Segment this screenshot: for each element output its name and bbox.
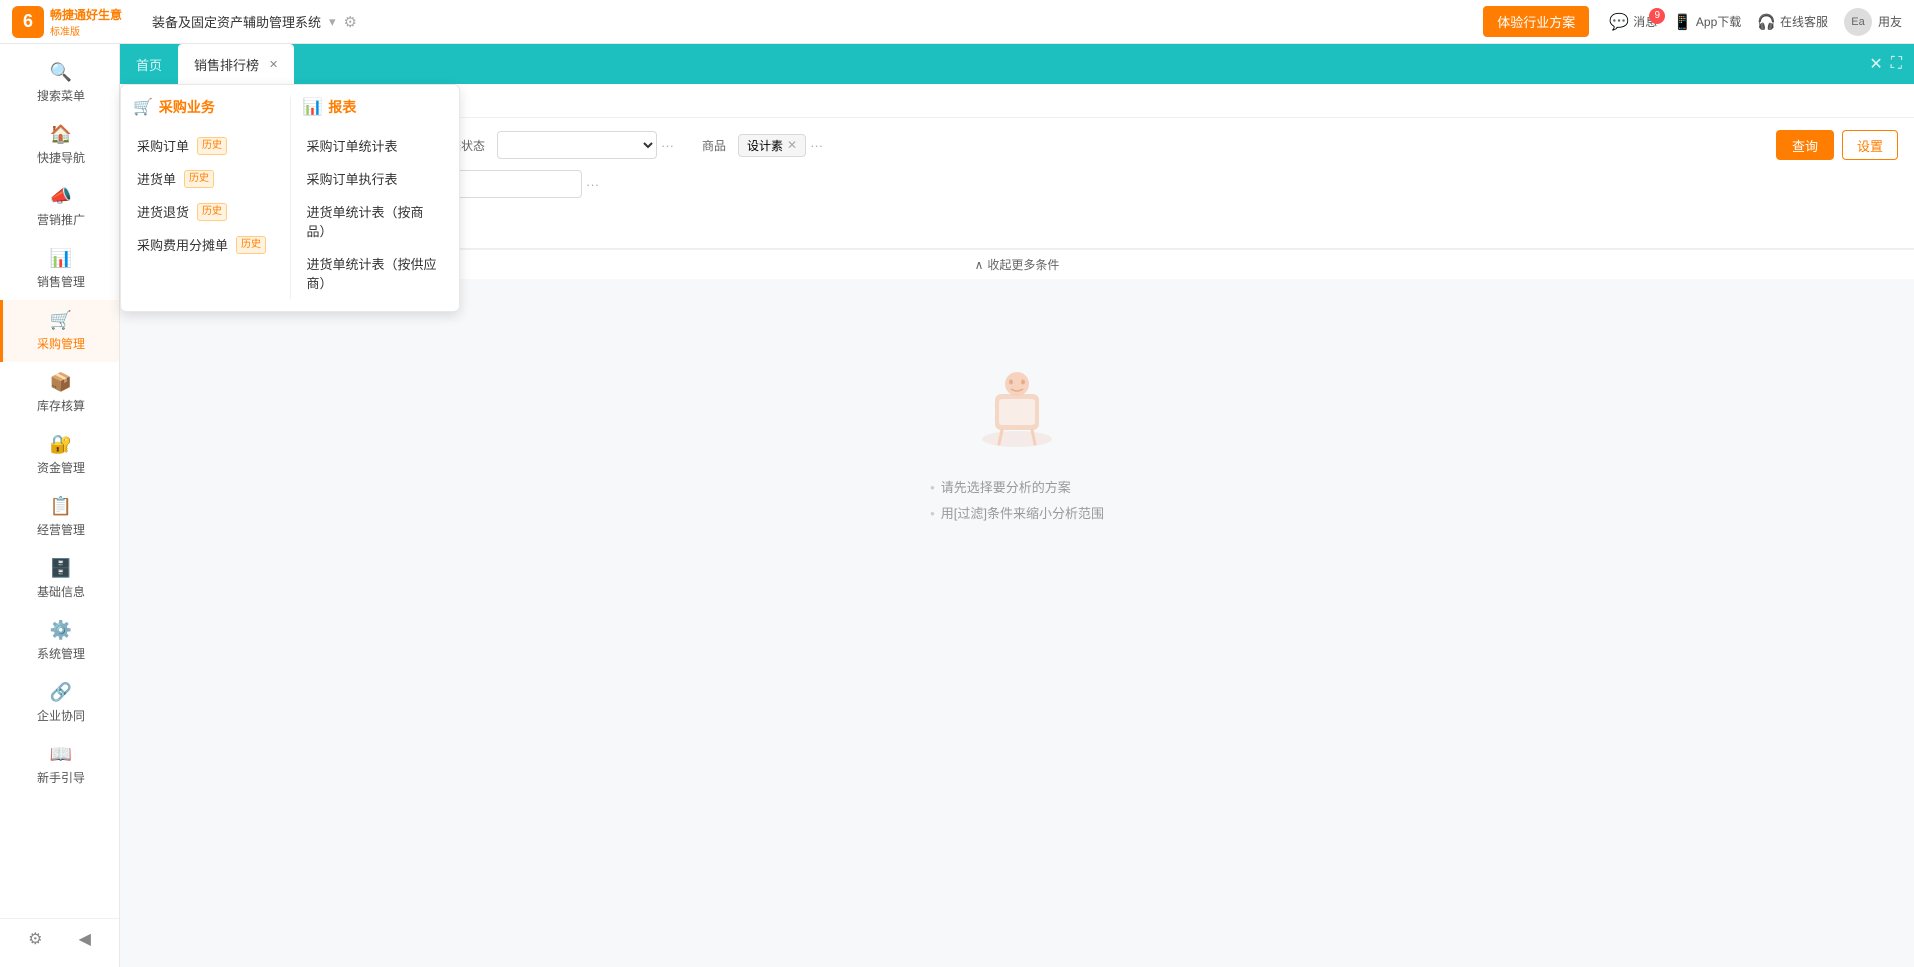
report-order-exec-item[interactable]: 采购订单执行表 [303,162,448,195]
purchase-order-item[interactable]: 采购订单 历史 [133,129,278,162]
history-badge-0: 历史 [197,137,227,155]
history-badge-3: 历史 [236,236,266,254]
purchase-col-header: 🛒 采购业务 [133,97,278,125]
purchase-cost-item[interactable]: 采购费用分摊单 历史 [133,228,278,261]
purchase-receipt-item[interactable]: 进货单 历史 [133,162,278,195]
dropdown-columns: 🛒 采购业务 采购订单 历史 进货单 历史 进货退货 历史 采购费用分摊单 历史 [121,97,459,299]
purchase-return-item[interactable]: 进货退货 历史 [133,195,278,228]
report-col-header: 📊 报表 [303,97,448,125]
purchase-col-icon: 🛒 [133,97,153,117]
report-receipt-supplier-item[interactable]: 进货单统计表（按供应商） [303,247,448,299]
history-badge-2: 历史 [197,203,227,221]
purchase-col: 🛒 采购业务 采购订单 历史 进货单 历史 进货退货 历史 采购费用分摊单 历史 [121,97,291,299]
report-col-icon: 📊 [303,97,323,117]
report-receipt-goods-item[interactable]: 进货单统计表（按商品） [303,195,448,247]
report-col: 📊 报表 采购订单统计表 采购订单执行表 进货单统计表（按商品） 进货单统计表（… [291,97,460,299]
purchase-dropdown-menu: 🛒 采购业务 采购订单 历史 进货单 历史 进货退货 历史 采购费用分摊单 历史 [120,84,460,312]
report-order-stats-item[interactable]: 采购订单统计表 [303,129,448,162]
history-badge-1: 历史 [184,170,214,188]
